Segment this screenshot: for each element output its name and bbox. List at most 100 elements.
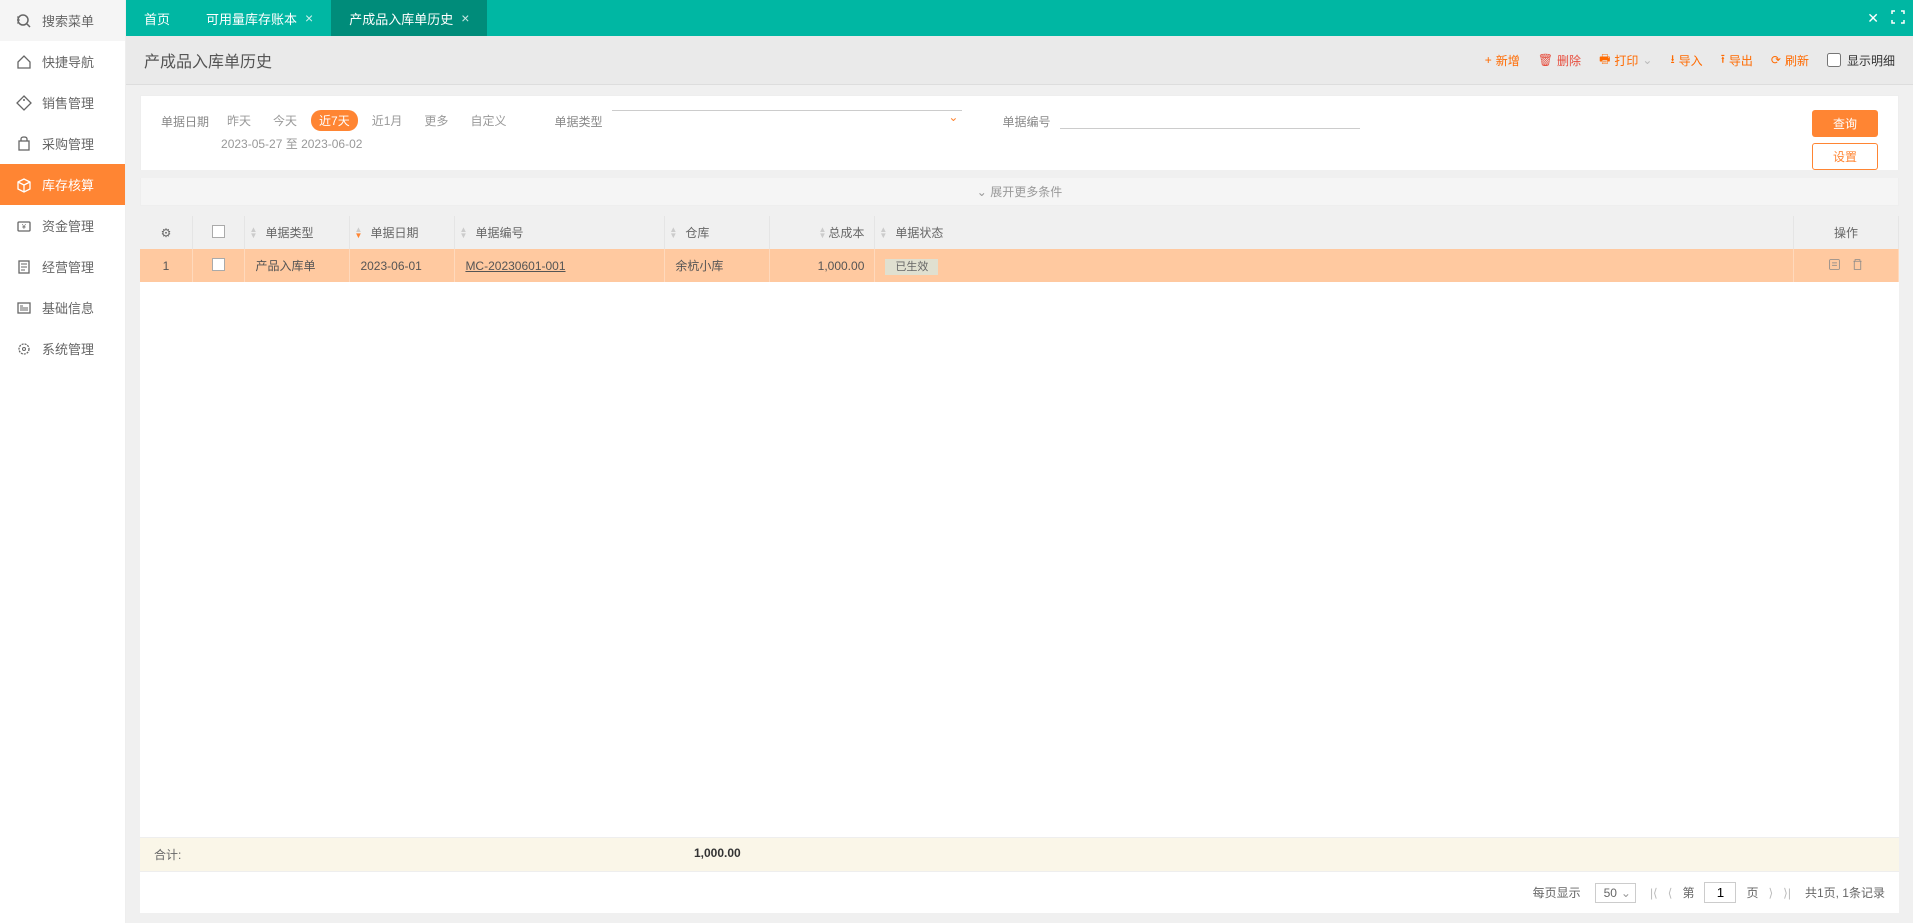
import-button[interactable]: ⭳ 导入 [1670, 50, 1702, 71]
trash-icon: 🗑 [1538, 53, 1553, 67]
expand-conditions-button[interactable]: ⌄ 展开更多条件 [140, 178, 1899, 206]
tab-stock-ledger[interactable]: 可用量库存账本 × [188, 0, 331, 36]
close-icon[interactable]: × [461, 10, 469, 26]
data-table: ⚙ ▲▼单据类型 ▲▼单据日期 ▲▼单据编号 ▲▼仓库 ▲▼总成本 ▲▼单据状态… [140, 216, 1899, 837]
refresh-icon: ⟳ [1771, 53, 1781, 67]
checkbox-input[interactable] [1827, 53, 1841, 67]
doc-icon [16, 259, 32, 275]
sidebar-item-label: 快捷导航 [42, 52, 94, 71]
sidebar-item-sales[interactable]: 销售管理 [0, 82, 125, 123]
page-label-prefix: 第 [1682, 884, 1694, 901]
info-icon [16, 300, 32, 316]
row-index: 1 [140, 249, 192, 282]
col-warehouse[interactable]: ▲▼仓库 [665, 216, 770, 249]
date-shortcut-more[interactable]: 更多 [416, 110, 456, 131]
action-label: 导出 [1729, 52, 1753, 69]
checkbox-all[interactable] [212, 225, 225, 238]
doc-no-input[interactable] [1060, 110, 1360, 129]
page-label-suffix: 页 [1746, 884, 1758, 901]
filter-date: 单据日期 昨天 今天 近7天 近1月 更多 自定义 2023-05-27 至 2… [161, 110, 514, 152]
sidebar-item-quicknav[interactable]: 快捷导航 [0, 41, 125, 82]
sidebar-item-funds[interactable]: ¥ 资金管理 [0, 205, 125, 246]
gear-icon: ⚙ [161, 226, 172, 240]
col-doc-type[interactable]: ▲▼单据类型 [245, 216, 350, 249]
row-checkbox[interactable] [212, 258, 225, 271]
sidebar-item-label: 经营管理 [42, 257, 94, 276]
page-input[interactable] [1704, 882, 1736, 903]
svg-text:¥: ¥ [22, 224, 26, 231]
sidebar-item-baseinfo[interactable]: 基础信息 [0, 287, 125, 328]
doc-type-select[interactable]: ⌄ [612, 110, 962, 111]
sidebar-item-system[interactable]: 系统管理 [0, 328, 125, 369]
prev-page-button[interactable]: ⟨ [1668, 886, 1673, 900]
cell-doc-type: 产品入库单 [245, 249, 350, 282]
gear-icon [16, 341, 32, 357]
date-shortcut-7days[interactable]: 近7天 [311, 110, 358, 131]
print-button[interactable]: 🖶 打印 ⌄ [1599, 50, 1652, 71]
date-shortcut-1month[interactable]: 近1月 [364, 110, 411, 131]
sidebar-item-label: 基础信息 [42, 298, 94, 317]
add-button[interactable]: + 新增 [1485, 52, 1520, 69]
row-checkbox-cell [192, 249, 244, 282]
filter-bar: 单据日期 昨天 今天 近7天 近1月 更多 自定义 2023-05-27 至 2… [140, 95, 1899, 170]
table-row[interactable]: 1 产品入库单 2023-06-01 MC-20230601-001 余杭小库 … [140, 249, 1899, 282]
checkbox-label: 显示明细 [1847, 52, 1895, 69]
query-button[interactable]: 查询 [1812, 110, 1878, 137]
show-detail-checkbox[interactable]: 显示明细 [1827, 52, 1895, 69]
search-icon [16, 13, 32, 29]
page-size-label: 每页显示 [1533, 884, 1581, 901]
page-summary: 共1页, 1条记录 [1805, 884, 1885, 901]
refresh-button[interactable]: ⟳ 刷新 [1771, 52, 1809, 69]
close-icon[interactable]: × [305, 10, 313, 26]
cell-total-cost: 1,000.00 [770, 249, 875, 282]
date-shortcut-today[interactable]: 今天 [265, 110, 305, 131]
col-settings[interactable]: ⚙ [140, 216, 192, 249]
fullscreen-icon[interactable] [1891, 10, 1905, 27]
view-icon[interactable] [1828, 260, 1841, 274]
sidebar-item-search[interactable]: 搜索菜单 [0, 0, 125, 41]
export-icon: ⭱ [1721, 50, 1725, 71]
page-size-select[interactable]: 50 ⌄ [1595, 883, 1636, 903]
cell-actions [1793, 249, 1898, 282]
setting-button[interactable]: 设置 [1812, 143, 1878, 170]
main-content: 首页 可用量库存账本 × 产成品入库单历史 × ✕ 产成品入库单历史 + 新增 [126, 0, 1913, 923]
last-page-button[interactable]: ⟩| [1783, 886, 1791, 900]
first-page-button[interactable]: |⟨ [1650, 886, 1658, 900]
col-total-cost[interactable]: ▲▼总成本 [770, 216, 875, 249]
date-shortcut-yesterday[interactable]: 昨天 [219, 110, 259, 131]
sidebar-item-operation[interactable]: 经营管理 [0, 246, 125, 287]
export-button[interactable]: ⭱ 导出 [1721, 50, 1753, 71]
date-shortcut-custom[interactable]: 自定义 [462, 110, 514, 131]
expand-label: 展开更多条件 [990, 185, 1062, 199]
money-icon: ¥ [16, 218, 32, 234]
filter-doc-type: 单据类型 ⌄ [554, 110, 962, 130]
sidebar-item-label: 资金管理 [42, 216, 94, 235]
pagination: 每页显示 50 ⌄ |⟨ ⟨ 第 页 ⟩ ⟩| 共1页, 1条记录 [140, 871, 1899, 913]
delete-button[interactable]: 🗑 删除 [1538, 52, 1581, 69]
doc-no-link[interactable]: MC-20230601-001 [465, 259, 565, 273]
page-title: 产成品入库单历史 [144, 48, 272, 72]
bag-icon [16, 136, 32, 152]
next-page-button[interactable]: ⟩ [1768, 886, 1773, 900]
col-status[interactable]: ▲▼单据状态 [875, 216, 1794, 249]
delete-icon[interactable] [1851, 260, 1864, 274]
close-all-icon[interactable]: ✕ [1867, 10, 1879, 27]
action-label: 删除 [1557, 52, 1581, 69]
home-icon [16, 54, 32, 70]
col-doc-date[interactable]: ▲▼单据日期 [350, 216, 455, 249]
sidebar-item-purchase[interactable]: 采购管理 [0, 123, 125, 164]
tab-home[interactable]: 首页 [126, 0, 188, 36]
sidebar-item-label: 销售管理 [42, 93, 94, 112]
sidebar-item-inventory[interactable]: 库存核算 [0, 164, 125, 205]
tab-label: 首页 [144, 9, 170, 28]
tag-icon [16, 95, 32, 111]
tab-stockin-history[interactable]: 产成品入库单历史 × [331, 0, 487, 36]
double-chevron-down-icon: ⌄ [977, 185, 987, 199]
tab-label: 可用量库存账本 [206, 9, 297, 28]
col-action: 操作 [1793, 216, 1898, 249]
chevron-down-icon: ⌄ [948, 110, 958, 124]
cell-doc-no: MC-20230601-001 [455, 249, 665, 282]
col-doc-no[interactable]: ▲▼单据编号 [455, 216, 665, 249]
action-label: 导入 [1679, 52, 1703, 69]
chevron-down-icon: ⌄ [1621, 886, 1631, 900]
